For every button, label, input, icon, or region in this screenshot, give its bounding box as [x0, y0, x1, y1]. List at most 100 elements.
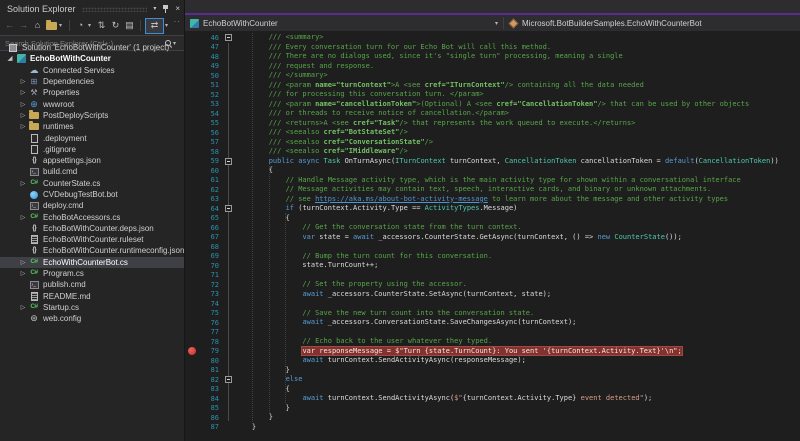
- switch-views-button[interactable]: [45, 19, 58, 33]
- tree-item-program-cs[interactable]: ▷C#Program.cs: [0, 268, 184, 279]
- code-text[interactable]: {: [235, 214, 290, 224]
- code-text[interactable]: // see https://aka.ms/about-bot-activity…: [235, 195, 728, 205]
- switch-views-button-caret-icon[interactable]: ▾: [59, 22, 65, 29]
- code-text[interactable]: /// <param name="cancellationToken">(Opt…: [235, 100, 749, 110]
- breakpoint-margin[interactable]: [185, 394, 199, 404]
- tree-item-dependencies[interactable]: ▷⊞Dependencies: [0, 76, 184, 87]
- code-text[interactable]: }: [235, 404, 290, 414]
- tree-item-echobotwithcounter-deps-json[interactable]: {}EchoBotWithCounter.deps.json: [0, 223, 184, 234]
- sync-with-active-document-button[interactable]: ⇄: [145, 18, 164, 34]
- breakpoint-margin[interactable]: [185, 271, 199, 281]
- breakpoint-margin[interactable]: [185, 204, 199, 214]
- breakpoint-margin[interactable]: [185, 90, 199, 100]
- tree-item-echobotwithcounter-ruleset[interactable]: EchoBotWithCounter.ruleset: [0, 234, 184, 245]
- breakpoint-margin[interactable]: [185, 290, 199, 300]
- collapse-region-icon[interactable]: [225, 158, 232, 165]
- expand-arrow-icon[interactable]: ▷: [17, 304, 29, 311]
- type-dropdown[interactable]: Microsoft.BotBuilderSamples.EchoWithCoun…: [504, 15, 707, 31]
- breakpoint-margin[interactable]: [185, 347, 199, 357]
- code-text[interactable]: var state = await _accessors.CounterStat…: [235, 233, 682, 243]
- chevron-down-icon[interactable]: ▾: [495, 20, 498, 27]
- tree-item-wwwroot[interactable]: ▷⊕wwwroot: [0, 98, 184, 109]
- code-text[interactable]: state.TurnCount++;: [235, 261, 378, 271]
- tree-item-deployment[interactable]: .deployment: [0, 132, 184, 143]
- code-text[interactable]: // Set the property using the accessor.: [235, 280, 467, 290]
- breakpoint-margin[interactable]: [185, 413, 199, 423]
- expand-arrow-icon[interactable]: ▷: [17, 180, 29, 187]
- breakpoint-margin[interactable]: [185, 318, 199, 328]
- code-text[interactable]: await _accessors.CounterState.SetAsync(t…: [235, 290, 551, 300]
- code-text[interactable]: var responseMessage = $"Turn {state.Turn…: [235, 347, 682, 357]
- breakpoint-margin[interactable]: [185, 81, 199, 91]
- breakpoint-margin[interactable]: [185, 109, 199, 119]
- tree-item-properties[interactable]: ▷⚒Properties: [0, 87, 184, 98]
- window-position-button[interactable]: ▾: [153, 5, 156, 12]
- code-text[interactable]: await turnContext.SendActivityAsync($"{t…: [235, 394, 652, 404]
- code-text[interactable]: /// <seealso cref="IMiddleware"/>: [235, 147, 408, 157]
- expand-arrow-icon[interactable]: ▷: [17, 259, 29, 266]
- expand-arrow-icon[interactable]: ▷: [17, 101, 29, 108]
- expand-arrow-icon[interactable]: ▷: [17, 78, 29, 85]
- tree-item-counterstate-cs[interactable]: ▷C#CounterState.cs: [0, 178, 184, 189]
- tree-item-gitignore[interactable]: .gitignore: [0, 144, 184, 155]
- pending-changes-filter-button[interactable]: ◔: [74, 19, 87, 33]
- code-text[interactable]: else: [235, 375, 302, 385]
- code-text[interactable]: /// <param name="turnContext">A <see cre…: [235, 81, 644, 91]
- breakpoint-margin[interactable]: [185, 100, 199, 110]
- code-text[interactable]: }: [235, 423, 256, 433]
- breakpoint-margin[interactable]: [185, 157, 199, 167]
- breakpoint-margin[interactable]: [185, 242, 199, 252]
- breakpoint-margin[interactable]: [185, 52, 199, 62]
- show-all-files-button[interactable]: ▤: [123, 19, 136, 33]
- expand-arrow-icon[interactable]: ▷: [17, 123, 29, 130]
- code-surface[interactable]: 46 /// <summary>47 /// Every conversatio…: [185, 31, 800, 441]
- forward-button[interactable]: →: [17, 19, 30, 33]
- code-text[interactable]: }: [235, 366, 290, 376]
- breakpoint-margin[interactable]: [185, 404, 199, 414]
- collapse-region-icon[interactable]: [225, 376, 232, 383]
- code-text[interactable]: await _accessors.ConversationState.SaveC…: [235, 318, 576, 328]
- home-button[interactable]: ⌂: [31, 19, 44, 33]
- breakpoint-margin[interactable]: [185, 138, 199, 148]
- code-text[interactable]: /// <returns>A <see cref="Task"/> that r…: [235, 119, 635, 129]
- breakpoint-margin[interactable]: [185, 43, 199, 53]
- code-text[interactable]: public async Task OnTurnAsync(ITurnConte…: [235, 157, 779, 167]
- breakpoint-margin[interactable]: [185, 233, 199, 243]
- code-text[interactable]: /// <seealso cref="BotStateSet"/>: [235, 128, 408, 138]
- tree-item-echowithcounterbot-cs[interactable]: ▷C#EchoWithCounterBot.cs: [0, 257, 184, 268]
- toolbar-overflow-button[interactable]: ··: [174, 17, 181, 26]
- breakpoint-margin[interactable]: [185, 299, 199, 309]
- sync-button[interactable]: ⇅: [95, 19, 108, 33]
- back-button[interactable]: ←: [3, 19, 16, 33]
- breakpoint-margin[interactable]: [185, 423, 199, 433]
- expand-arrow-icon[interactable]: ▷: [17, 89, 29, 96]
- code-text[interactable]: await turnContext.SendActivityAsync(resp…: [235, 356, 526, 366]
- tree-item-readme-md[interactable]: README.md: [0, 291, 184, 302]
- code-text[interactable]: // Get the conversation state from the t…: [235, 223, 522, 233]
- tree-item-cvdebugtestbot-bot[interactable]: CVDebugTestBot.bot: [0, 189, 184, 200]
- sync-with-active-document-button-caret-icon[interactable]: ▾: [165, 22, 171, 29]
- code-text[interactable]: /// <seealso cref="ConversationState"/>: [235, 138, 433, 148]
- expand-arrow-icon[interactable]: ▷: [17, 112, 29, 119]
- code-text[interactable]: // Echo back to the user whatever they t…: [235, 337, 492, 347]
- code-text[interactable]: // Bump the turn count for this conversa…: [235, 252, 492, 262]
- breakpoint-margin[interactable]: [185, 337, 199, 347]
- pending-changes-filter-button-caret-icon[interactable]: ▾: [88, 22, 94, 29]
- breakpoint-margin[interactable]: [185, 280, 199, 290]
- project-dropdown[interactable]: EchoBotWithCounter ▾: [185, 15, 503, 31]
- breakpoint-margin[interactable]: [185, 366, 199, 376]
- tree-item-deploy-cmd[interactable]: ›_deploy.cmd: [0, 200, 184, 211]
- code-text[interactable]: /// There are no dialogs used, since it'…: [235, 52, 623, 62]
- tree-item-echobotwithcounter-runtimeconfig-json[interactable]: {}EchoBotWithCounter.runtimeconfig.json: [0, 245, 184, 256]
- expand-arrow-icon[interactable]: ▷: [17, 214, 29, 221]
- code-text[interactable]: /// for processing this conversation tur…: [235, 90, 484, 100]
- code-text[interactable]: // Message activities may contain text, …: [235, 185, 711, 195]
- pin-button[interactable]: [162, 4, 169, 13]
- code-text[interactable]: {: [235, 166, 273, 176]
- breakpoint-margin[interactable]: [185, 176, 199, 186]
- tree-item-echobotaccessors-cs[interactable]: ▷C#EchoBotAccessors.cs: [0, 211, 184, 222]
- tree-item-postdeployscripts[interactable]: ▷PostDeployScripts: [0, 110, 184, 121]
- breakpoint-margin[interactable]: [185, 166, 199, 176]
- tree-item-echobotwithcounter[interactable]: ◢EchoBotWithCounter: [0, 53, 184, 64]
- tree-item-runtimes[interactable]: ▷runtimes: [0, 121, 184, 132]
